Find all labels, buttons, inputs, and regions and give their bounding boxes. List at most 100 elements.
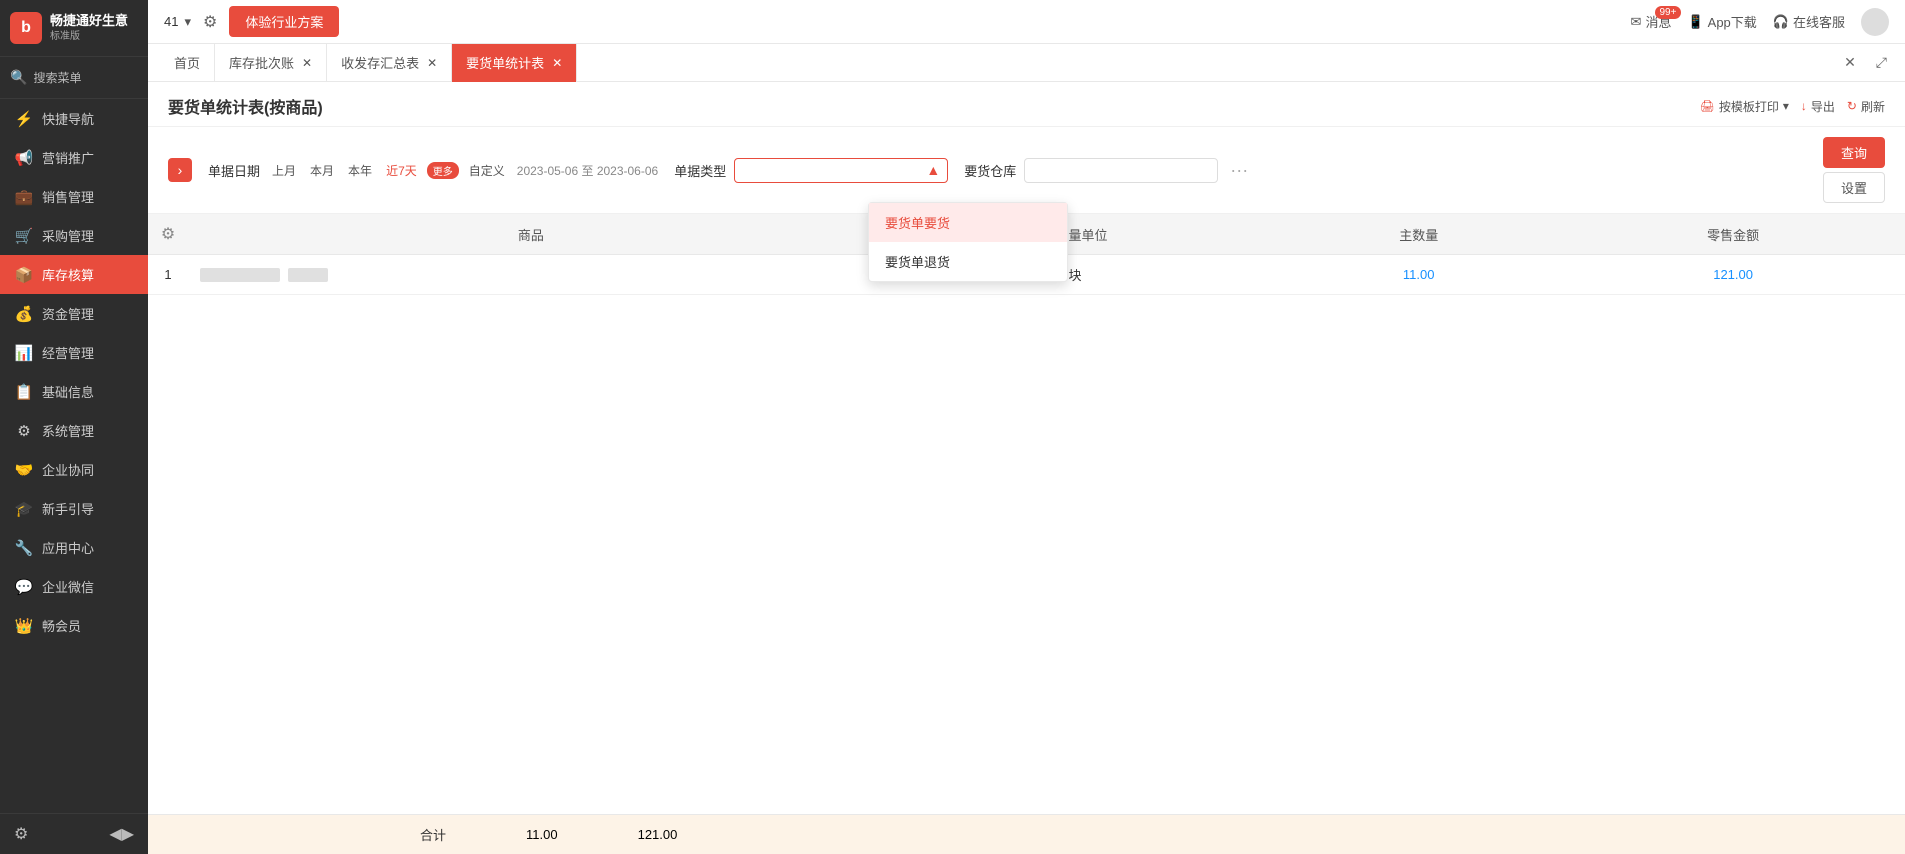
- tab-order-stats-close[interactable]: ✕: [552, 56, 562, 70]
- messages-btn[interactable]: ✉ 消息 99+: [1631, 12, 1672, 31]
- sidebar-item-basic-info[interactable]: 📋 基础信息: [0, 372, 148, 411]
- sidebar-item-guide[interactable]: 🎓 新手引导: [0, 489, 148, 528]
- dropdown-item-order[interactable]: 要货单要货: [869, 203, 1067, 242]
- sidebar-item-member[interactable]: 👑 畅会员: [0, 606, 148, 645]
- warehouse-select-input[interactable]: [1024, 158, 1218, 183]
- sidebar-search[interactable]: 🔍 搜索菜单: [0, 57, 148, 99]
- app-download-btn[interactable]: 📱 App下载: [1687, 12, 1756, 31]
- sidebar-item-quick-nav[interactable]: ⚡ 快捷导航: [0, 99, 148, 138]
- topbar-settings-icon[interactable]: ⚙: [203, 12, 217, 32]
- row-amount: 121.00: [1561, 255, 1905, 295]
- operation-icon: 📊: [14, 344, 34, 362]
- col-product-header: 商品: [188, 214, 874, 255]
- shortcut-this-year[interactable]: 本年: [344, 160, 376, 181]
- tenant-selector[interactable]: 41 ▾: [164, 14, 191, 30]
- wechat-icon: 💬: [14, 578, 34, 596]
- sidebar-item-inventory[interactable]: 📦 库存核算: [0, 255, 148, 294]
- warehouse-more-btn[interactable]: ···: [1230, 160, 1248, 181]
- filter-right-btns: 查询 设置: [1823, 137, 1885, 203]
- sidebar-bottom: ⚙ ◀▶: [0, 813, 148, 854]
- shortcut-this-month[interactable]: 本月: [306, 160, 338, 181]
- sidebar-item-wechat[interactable]: 💬 企业微信: [0, 567, 148, 606]
- date-filter-group: 单据日期 上月 本月 本年 近7天 更多 自定义 2023-05-06 至 20…: [208, 160, 658, 181]
- shortcut-last-month[interactable]: 上月: [268, 160, 300, 181]
- expand-tabs-btn[interactable]: ⤢: [1870, 54, 1893, 71]
- finance-icon: 💰: [14, 305, 34, 323]
- sidebar-logo: b 畅捷通好生意 标准版: [0, 0, 148, 57]
- sidebar-item-finance[interactable]: 💰 资金管理: [0, 294, 148, 333]
- warehouse-filter-label: 要货仓库: [964, 161, 1016, 180]
- print-arrow-icon: ▾: [1783, 99, 1789, 113]
- col-quantity-header: 主数量: [1276, 214, 1561, 255]
- tab-order-stats[interactable]: 要货单统计表 ✕: [452, 44, 577, 82]
- sales-icon: 💼: [14, 188, 34, 206]
- date-filter-label: 单据日期: [208, 161, 260, 180]
- main-area: 41 ▾ ⚙ 体验行业方案 ✉ 消息 99+ 📱 App下载 🎧 在线客服: [148, 0, 1905, 854]
- sidebar-item-marketing[interactable]: 📢 营销推广: [0, 138, 148, 177]
- topbar-left: 41 ▾ ⚙ 体验行业方案: [164, 6, 339, 37]
- column-settings-icon[interactable]: ⚙: [161, 226, 175, 243]
- dropdown-item-return[interactable]: 要货单退货: [869, 242, 1067, 281]
- footer-total-label: 合计: [420, 825, 446, 844]
- page-header: 要货单统计表(按商品) 🖨 按模板打印 ▾ ↓ 导出 ↻ 刷新: [148, 82, 1905, 127]
- query-btn[interactable]: 查询: [1823, 137, 1885, 168]
- topbar-right: ✉ 消息 99+ 📱 App下载 🎧 在线客服: [1631, 8, 1889, 36]
- date-shortcuts: 上月 本月 本年 近7天 更多 自定义: [268, 160, 509, 181]
- warehouse-filter-group: 要货仓库 ···: [964, 158, 1248, 183]
- chevron-down-icon: ▾: [184, 14, 191, 30]
- export-btn[interactable]: ↓ 导出: [1801, 98, 1835, 115]
- product-name-placeholder: [200, 268, 280, 282]
- tab-inventory-batch[interactable]: 库存批次账 ✕: [215, 44, 327, 82]
- tab-inventory-batch-close[interactable]: ✕: [302, 56, 312, 70]
- app-center-icon: 🔧: [14, 539, 34, 557]
- page-actions: 🖨 按模板打印 ▾ ↓ 导出 ↻ 刷新: [1700, 98, 1885, 115]
- product-code-placeholder: [288, 268, 328, 282]
- settings-bottom-icon[interactable]: ⚙: [14, 824, 28, 844]
- close-all-tabs-btn[interactable]: ✕: [1838, 54, 1862, 71]
- filter-expand-btn[interactable]: ›: [168, 158, 192, 182]
- trial-btn[interactable]: 体验行业方案: [229, 6, 339, 37]
- inventory-icon: 📦: [14, 266, 34, 284]
- tab-home[interactable]: 首页: [160, 44, 215, 82]
- sidebar-item-system[interactable]: ⚙ 系统管理: [0, 411, 148, 450]
- messages-badge: 99+: [1655, 6, 1682, 19]
- refresh-btn[interactable]: ↻ 刷新: [1847, 98, 1885, 115]
- search-menu-btn[interactable]: 🔍 搜索菜单: [10, 65, 138, 90]
- online-service-btn[interactable]: 🎧 在线客服: [1773, 12, 1845, 31]
- user-avatar[interactable]: [1861, 8, 1889, 36]
- col-amount-header: 零售金额: [1561, 214, 1905, 255]
- sidebar-item-sales[interactable]: 💼 销售管理: [0, 177, 148, 216]
- tab-stock-summary[interactable]: 收发存汇总表 ✕: [327, 44, 452, 82]
- message-icon: ✉: [1631, 14, 1642, 30]
- enterprise-icon: 🤝: [14, 461, 34, 479]
- basic-info-icon: 📋: [14, 383, 34, 401]
- tab-stock-summary-close[interactable]: ✕: [427, 56, 437, 70]
- headset-icon: 🎧: [1773, 14, 1789, 30]
- type-filter-label: 单据类型: [674, 161, 726, 180]
- page-title: 要货单统计表(按商品): [168, 94, 323, 118]
- app-logo-text: 畅捷通好生意 标准版: [50, 13, 128, 43]
- set-btn[interactable]: 设置: [1823, 172, 1885, 203]
- footer-amount: 121.00: [638, 827, 678, 842]
- quick-nav-icon: ⚡: [14, 110, 34, 128]
- refresh-icon: ↻: [1847, 99, 1857, 113]
- print-btn[interactable]: 🖨 按模板打印 ▾: [1700, 98, 1789, 115]
- member-icon: 👑: [14, 617, 34, 635]
- search-icon: 🔍: [10, 69, 27, 86]
- more-shortcuts-badge[interactable]: 更多: [427, 162, 459, 179]
- export-icon: ↓: [1801, 99, 1807, 113]
- type-select-input[interactable]: [734, 158, 948, 183]
- footer-quantity: 11.00: [526, 827, 558, 842]
- table-footer: 合计 11.00 121.00: [148, 814, 1905, 854]
- app-logo-icon: b: [10, 12, 42, 44]
- shortcut-custom[interactable]: 自定义: [465, 160, 509, 181]
- guide-icon: 🎓: [14, 500, 34, 518]
- sidebar-item-enterprise[interactable]: 🤝 企业协同: [0, 450, 148, 489]
- sidebar-item-app-center[interactable]: 🔧 应用中心: [0, 528, 148, 567]
- col-settings-header: ⚙: [148, 214, 188, 255]
- collapse-icon[interactable]: ◀▶: [109, 824, 134, 844]
- sidebar-item-operation[interactable]: 📊 经营管理: [0, 333, 148, 372]
- sidebar-item-purchase[interactable]: 🛒 采购管理: [0, 216, 148, 255]
- shortcut-7days[interactable]: 近7天: [382, 160, 421, 181]
- purchase-icon: 🛒: [14, 227, 34, 245]
